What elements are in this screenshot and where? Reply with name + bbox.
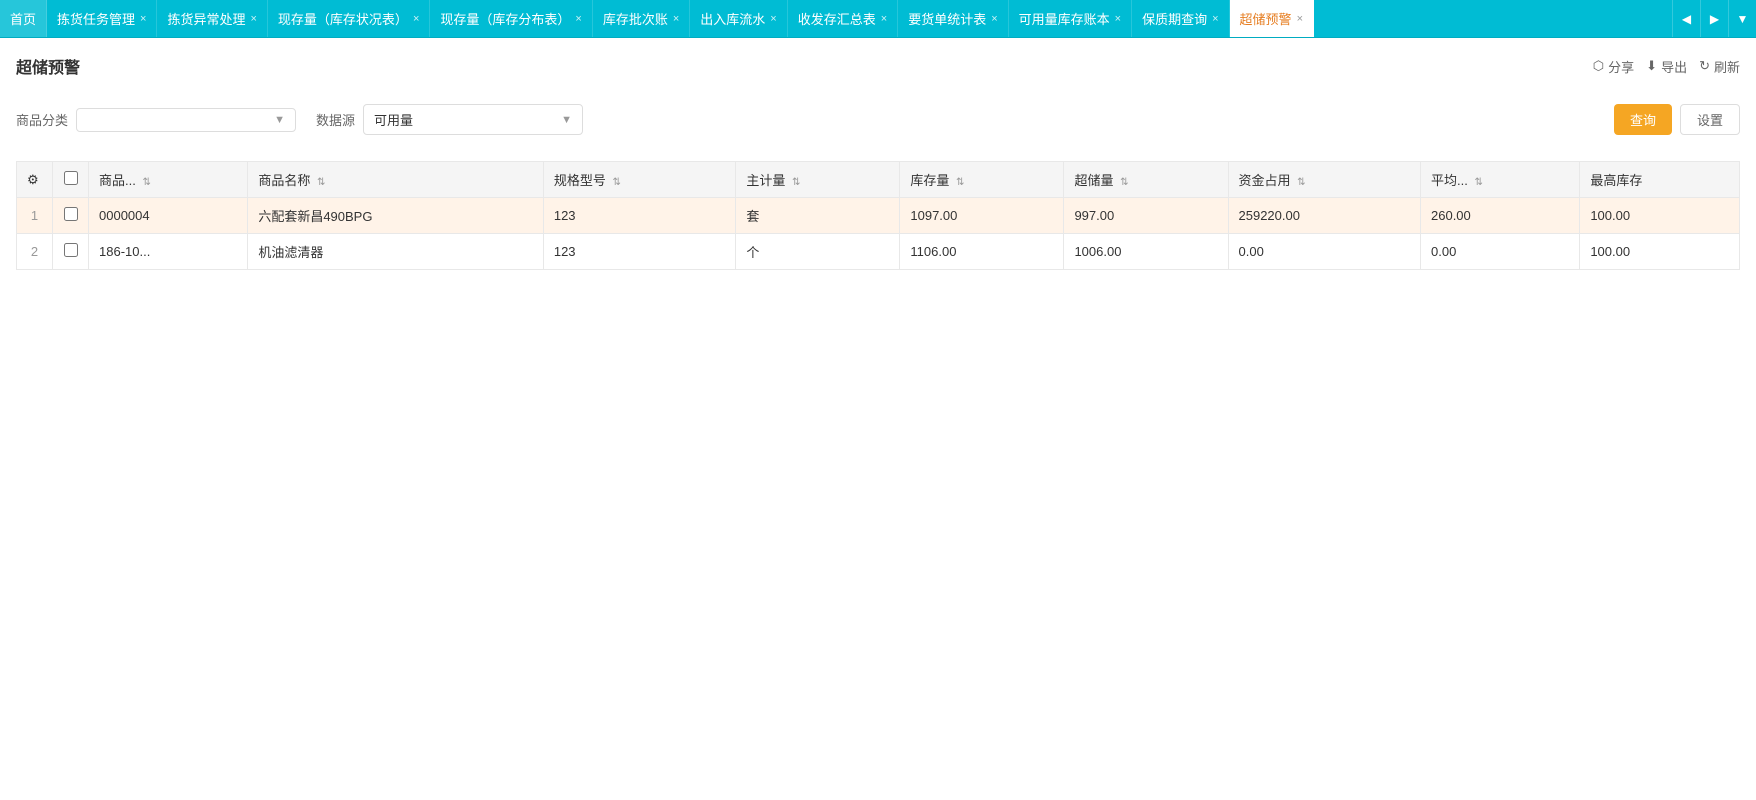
close-icon[interactable]: × [250, 13, 256, 25]
data-source-select[interactable]: 可用量 ▼ [363, 104, 583, 135]
sort-icon: ⇅ [612, 177, 620, 188]
top-nav: 首页 拣货任务管理 × 拣货异常处理 × 现存量（库存状况表） × 现存量（库存… [0, 0, 1756, 38]
table-row: 1 0000004 六配套新昌490BPG 123 套 1097.00 997.… [17, 198, 1740, 234]
table-header-checkbox[interactable] [53, 162, 89, 198]
refresh-button[interactable]: ↻ 刷新 [1699, 57, 1740, 76]
nav-item-batch[interactable]: 库存批次账 × [593, 0, 690, 37]
filter-area: 商品分类 ▼ 数据源 可用量 ▼ 查询 设置 [16, 94, 1740, 145]
sort-icon: ⇅ [142, 177, 150, 188]
sort-icon: ⇅ [956, 177, 964, 188]
sort-icon: ⇅ [1474, 177, 1482, 188]
nav-item-task[interactable]: 拣货任务管理 × [47, 0, 157, 37]
row-capital: 0.00 [1228, 234, 1420, 270]
settings-button[interactable]: 设置 [1680, 104, 1740, 135]
main-content: 超储预警 ⬡ 分享 ⬇ 导出 ↻ 刷新 商品分类 ▼ 数据源 [0, 38, 1756, 800]
row-number: 2 [17, 234, 53, 270]
row-stock: 1106.00 [900, 234, 1064, 270]
data-source-filter: 数据源 可用量 ▼ [316, 104, 583, 135]
table-header-capital[interactable]: 资金占用 ⇅ [1228, 162, 1420, 198]
data-source-value: 可用量 [374, 110, 554, 129]
sort-icon: ⇅ [317, 177, 325, 188]
share-icon: ⬡ [1593, 58, 1604, 74]
close-icon[interactable]: × [673, 13, 679, 25]
close-icon[interactable]: × [991, 13, 997, 25]
product-category-select[interactable]: ▼ [76, 108, 296, 132]
chevron-down-icon: ▼ [561, 114, 572, 126]
page-header: 超储预警 ⬡ 分享 ⬇ 导出 ↻ 刷新 [16, 54, 1740, 78]
table-header-product-code[interactable]: 商品... ⇅ [89, 162, 248, 198]
close-icon[interactable]: × [1115, 13, 1121, 25]
data-source-label: 数据源 [316, 110, 355, 129]
filter-actions: 查询 设置 [1614, 104, 1740, 135]
nav-item-home[interactable]: 首页 [0, 0, 47, 37]
chevron-down-icon: ▼ [274, 114, 285, 126]
row-checkbox-cell[interactable] [53, 234, 89, 270]
sort-icon: ⇅ [1120, 177, 1128, 188]
nav-item-stock-dist[interactable]: 现存量（库存分布表） × [430, 0, 592, 37]
table-header-overstock[interactable]: 超储量 ⇅ [1064, 162, 1228, 198]
nav-prev-arrow[interactable]: ◀ [1672, 0, 1700, 38]
table-header-spec[interactable]: 规格型号 ⇅ [543, 162, 735, 198]
row-capital: 259220.00 [1228, 198, 1420, 234]
export-icon: ⬇ [1646, 58, 1657, 74]
close-icon[interactable]: × [1297, 13, 1303, 25]
nav-next-arrow[interactable]: ▶ [1700, 0, 1728, 38]
row-max-stock: 100.00 [1580, 198, 1740, 234]
nav-item-order-stats[interactable]: 要货单统计表 × [898, 0, 1008, 37]
close-icon[interactable]: × [413, 13, 419, 25]
nav-item-usable[interactable]: 可用量库存账本 × [1009, 0, 1132, 37]
row-number: 1 [17, 198, 53, 234]
close-icon[interactable]: × [140, 13, 146, 25]
row-checkbox[interactable] [64, 243, 78, 257]
nav-item-overstock[interactable]: 超储预警 × [1230, 0, 1314, 37]
close-icon[interactable]: × [1212, 13, 1218, 25]
sort-icon: ⇅ [1297, 177, 1305, 188]
nav-item-flow[interactable]: 出入库流水 × [690, 0, 787, 37]
row-avg: 0.00 [1421, 234, 1580, 270]
refresh-icon: ↻ [1699, 58, 1710, 74]
row-product-name: 六配套新昌490BPG [248, 198, 544, 234]
table-header-avg[interactable]: 平均... ⇅ [1421, 162, 1580, 198]
nav-item-stock-status[interactable]: 现存量（库存状况表） × [268, 0, 430, 37]
table-header-gear[interactable]: ⚙ [17, 162, 53, 198]
table-header-product-name[interactable]: 商品名称 ⇅ [248, 162, 544, 198]
product-category-filter: 商品分类 ▼ [16, 108, 296, 132]
close-icon[interactable]: × [881, 13, 887, 25]
export-button[interactable]: ⬇ 导出 [1646, 57, 1687, 76]
table-header-stock[interactable]: 库存量 ⇅ [900, 162, 1064, 198]
row-checkbox-cell[interactable] [53, 198, 89, 234]
close-icon[interactable]: × [575, 13, 581, 25]
row-stock: 1097.00 [900, 198, 1064, 234]
nav-more-arrow[interactable]: ▼ [1728, 0, 1756, 38]
table-row: 2 186-10... 机油滤清器 123 个 1106.00 1006.00 … [17, 234, 1740, 270]
table-header-max-stock[interactable]: 最高库存 [1580, 162, 1740, 198]
data-table: ⚙ 商品... ⇅ 商品名称 ⇅ 规格型号 ⇅ 主计量 [16, 161, 1740, 270]
row-unit: 套 [736, 198, 900, 234]
row-overstock: 997.00 [1064, 198, 1228, 234]
header-actions: ⬡ 分享 ⬇ 导出 ↻ 刷新 [1593, 57, 1740, 76]
row-spec: 123 [543, 198, 735, 234]
product-category-label: 商品分类 [16, 110, 68, 129]
nav-item-exception[interactable]: 拣货异常处理 × [157, 0, 267, 37]
row-product-code: 0000004 [89, 198, 248, 234]
row-spec: 123 [543, 234, 735, 270]
row-product-code: 186-10... [89, 234, 248, 270]
query-button[interactable]: 查询 [1614, 104, 1672, 135]
nav-arrows: ◀ ▶ ▼ [1672, 0, 1756, 38]
row-avg: 260.00 [1421, 198, 1580, 234]
table-header-unit[interactable]: 主计量 ⇅ [736, 162, 900, 198]
row-checkbox[interactable] [64, 207, 78, 221]
close-icon[interactable]: × [770, 13, 776, 25]
row-overstock: 1006.00 [1064, 234, 1228, 270]
nav-item-summary[interactable]: 收发存汇总表 × [788, 0, 898, 37]
sort-icon: ⇅ [792, 177, 800, 188]
row-unit: 个 [736, 234, 900, 270]
nav-item-shelf-life[interactable]: 保质期查询 × [1132, 0, 1229, 37]
page-title: 超储预警 [16, 54, 80, 78]
select-all-checkbox[interactable] [64, 171, 78, 185]
share-button[interactable]: ⬡ 分享 [1593, 57, 1634, 76]
row-max-stock: 100.00 [1580, 234, 1740, 270]
gear-icon[interactable]: ⚙ [27, 172, 39, 187]
row-product-name: 机油滤清器 [248, 234, 544, 270]
